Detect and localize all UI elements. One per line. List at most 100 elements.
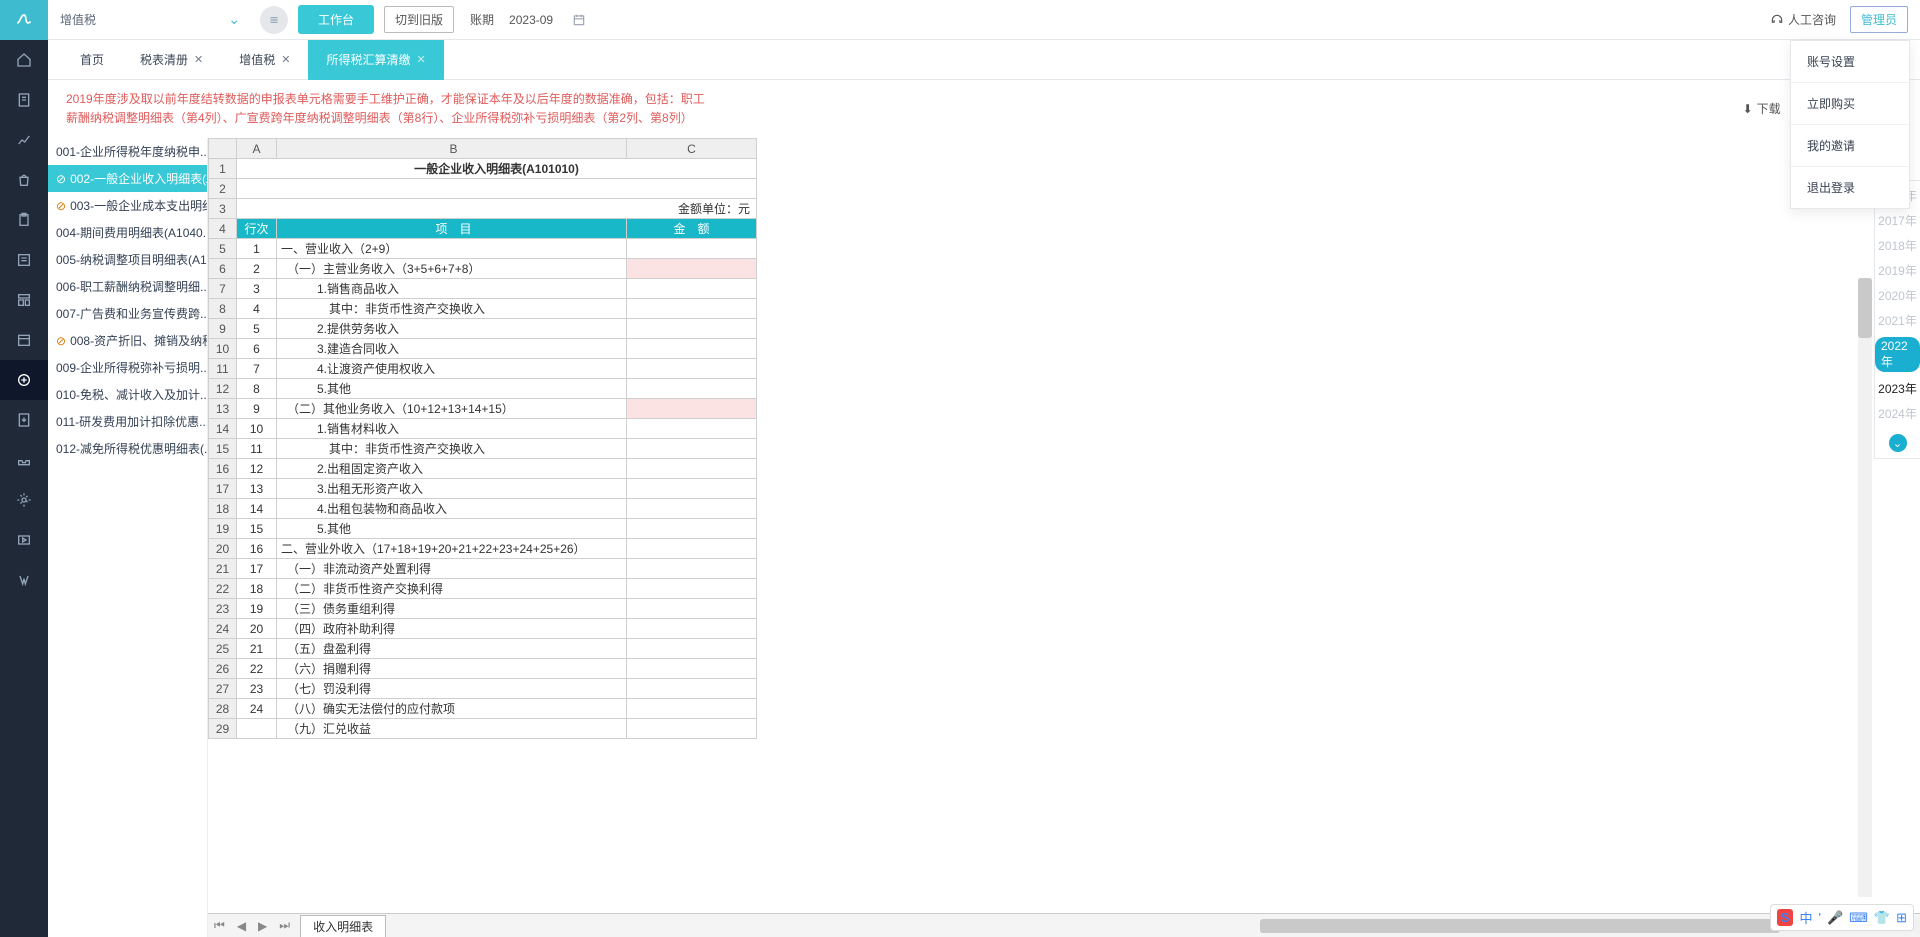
- cell-amount[interactable]: [627, 339, 757, 359]
- tree-item[interactable]: 009-企业所得税弥补亏损明...: [48, 354, 207, 381]
- tree-item[interactable]: ⊘003-一般企业成本支出明细...: [48, 192, 207, 219]
- cell-item[interactable]: （七）罚没利得: [277, 679, 627, 699]
- row-header[interactable]: 5: [209, 239, 237, 259]
- year-collapse-icon[interactable]: ⌄: [1889, 434, 1907, 452]
- sheet-tab[interactable]: 收入明细表: [300, 915, 386, 937]
- cell-item[interactable]: （五）盘盈利得: [277, 639, 627, 659]
- nav-settings-icon[interactable]: [0, 480, 48, 520]
- ime-punct-icon[interactable]: ': [1818, 910, 1820, 925]
- cell-rownum[interactable]: 17: [237, 559, 277, 579]
- cell-item[interactable]: 1.销售商品收入: [277, 279, 627, 299]
- cell-item[interactable]: （二）非货币性资产交换利得: [277, 579, 627, 599]
- cell-amount[interactable]: [627, 279, 757, 299]
- ime-tray[interactable]: S 中 ' 🎤 ⌨ 👕 ⊞: [1770, 904, 1914, 931]
- tree-item[interactable]: 010-免税、减计收入及加计...: [48, 381, 207, 408]
- cell-amount[interactable]: [627, 579, 757, 599]
- sheet-nav-first[interactable]: ⏮: [208, 918, 231, 933]
- cell-amount[interactable]: [627, 599, 757, 619]
- tree-item[interactable]: 005-纳税调整项目明细表(A1...: [48, 246, 207, 273]
- cell-rownum[interactable]: 18: [237, 579, 277, 599]
- tree-item[interactable]: ⊘002-一般企业收入明细表(A1...: [48, 165, 207, 192]
- cell-amount[interactable]: [627, 499, 757, 519]
- cell-rownum[interactable]: 24: [237, 699, 277, 719]
- cell-rownum[interactable]: 15: [237, 519, 277, 539]
- row-header[interactable]: 17: [209, 479, 237, 499]
- cell-item[interactable]: 其中：非货币性资产交换收入: [277, 439, 627, 459]
- nav-form-icon[interactable]: [0, 240, 48, 280]
- year-option[interactable]: 2024年: [1878, 405, 1917, 422]
- tab-增值税[interactable]: 增值税✕: [221, 40, 308, 80]
- cell-rownum[interactable]: 1: [237, 239, 277, 259]
- nav-clipboard-icon[interactable]: [0, 200, 48, 240]
- row-header[interactable]: 25: [209, 639, 237, 659]
- user-menu-item[interactable]: 立即购买: [1791, 83, 1909, 125]
- tree-item[interactable]: 004-期间费用明细表(A1040...: [48, 219, 207, 246]
- cell-amount[interactable]: [627, 419, 757, 439]
- nav-bag-icon[interactable]: [0, 160, 48, 200]
- year-option[interactable]: 2020年: [1878, 287, 1917, 304]
- row-header[interactable]: 23: [209, 599, 237, 619]
- nav-doc-icon[interactable]: [0, 80, 48, 120]
- cell-item[interactable]: （三）债务重组利得: [277, 599, 627, 619]
- row-header[interactable]: 8: [209, 299, 237, 319]
- row-header[interactable]: 6: [209, 259, 237, 279]
- ime-keyboard-icon[interactable]: ⌨: [1849, 910, 1868, 926]
- consult-button[interactable]: 人工咨询: [1770, 11, 1836, 28]
- cell-rownum[interactable]: 14: [237, 499, 277, 519]
- cell-rownum[interactable]: 3: [237, 279, 277, 299]
- tree-item[interactable]: 001-企业所得税年度纳税申...: [48, 138, 207, 165]
- row-header[interactable]: 9: [209, 319, 237, 339]
- sheet-nav-prev[interactable]: ◀: [231, 919, 252, 933]
- cell-amount[interactable]: [627, 479, 757, 499]
- cell-amount[interactable]: [627, 699, 757, 719]
- year-option[interactable]: 2023年: [1878, 380, 1917, 397]
- ime-skin-icon[interactable]: 👕: [1874, 910, 1890, 926]
- year-option[interactable]: 2022年: [1875, 337, 1920, 372]
- cell-amount[interactable]: [627, 399, 757, 419]
- tree-item[interactable]: 007-广告费和业务宣传费跨...: [48, 300, 207, 327]
- col-header-B[interactable]: B: [277, 139, 627, 159]
- year-option[interactable]: 2018年: [1878, 237, 1917, 254]
- cell-rownum[interactable]: 20: [237, 619, 277, 639]
- cell-amount[interactable]: [627, 239, 757, 259]
- cell-item[interactable]: 二、营业外收入（17+18+19+20+21+22+23+24+25+26）: [277, 539, 627, 559]
- tab-税表清册[interactable]: 税表清册✕: [122, 40, 221, 80]
- close-icon[interactable]: ✕: [194, 53, 203, 66]
- switch-old-button[interactable]: 切到旧版: [384, 6, 454, 33]
- cell-item[interactable]: 3.建造合同收入: [277, 339, 627, 359]
- cell-rownum[interactable]: 16: [237, 539, 277, 559]
- period-value[interactable]: 2023-09: [504, 10, 558, 30]
- year-option[interactable]: 2021年: [1878, 312, 1917, 329]
- row-header[interactable]: 26: [209, 659, 237, 679]
- row-header[interactable]: 20: [209, 539, 237, 559]
- cell-amount[interactable]: [627, 379, 757, 399]
- row-header[interactable]: 19: [209, 519, 237, 539]
- row-header[interactable]: 12: [209, 379, 237, 399]
- cell-amount[interactable]: [627, 619, 757, 639]
- cell-rownum[interactable]: 6: [237, 339, 277, 359]
- sheet-nav-last[interactable]: ⏭: [273, 918, 296, 933]
- cell-rownum[interactable]: 19: [237, 599, 277, 619]
- ime-lang[interactable]: 中: [1799, 908, 1812, 927]
- nav-calendar-icon[interactable]: [0, 320, 48, 360]
- cell-item[interactable]: （八）确实无法偿付的应付款项: [277, 699, 627, 719]
- close-icon[interactable]: ✕: [417, 53, 426, 66]
- cell-rownum[interactable]: 7: [237, 359, 277, 379]
- row-header[interactable]: 18: [209, 499, 237, 519]
- row-header[interactable]: 21: [209, 559, 237, 579]
- cell-rownum[interactable]: 12: [237, 459, 277, 479]
- year-option[interactable]: 2017年: [1878, 212, 1917, 229]
- col-header-A[interactable]: A: [237, 139, 277, 159]
- row-header[interactable]: 16: [209, 459, 237, 479]
- tree-item[interactable]: 006-职工薪酬纳税调整明细...: [48, 273, 207, 300]
- cell-amount[interactable]: [627, 319, 757, 339]
- cell-rownum[interactable]: 13: [237, 479, 277, 499]
- cell-item[interactable]: 5.其他: [277, 379, 627, 399]
- tree-item[interactable]: 011-研发费用加计扣除优惠...: [48, 408, 207, 435]
- cell-rownum[interactable]: [237, 719, 277, 739]
- cell-rownum[interactable]: 2: [237, 259, 277, 279]
- cell-item[interactable]: 2.出租固定资产收入: [277, 459, 627, 479]
- year-option[interactable]: 2019年: [1878, 262, 1917, 279]
- close-icon[interactable]: ✕: [281, 53, 290, 66]
- cell-item[interactable]: （一）主营业务收入（3+5+6+7+8）: [277, 259, 627, 279]
